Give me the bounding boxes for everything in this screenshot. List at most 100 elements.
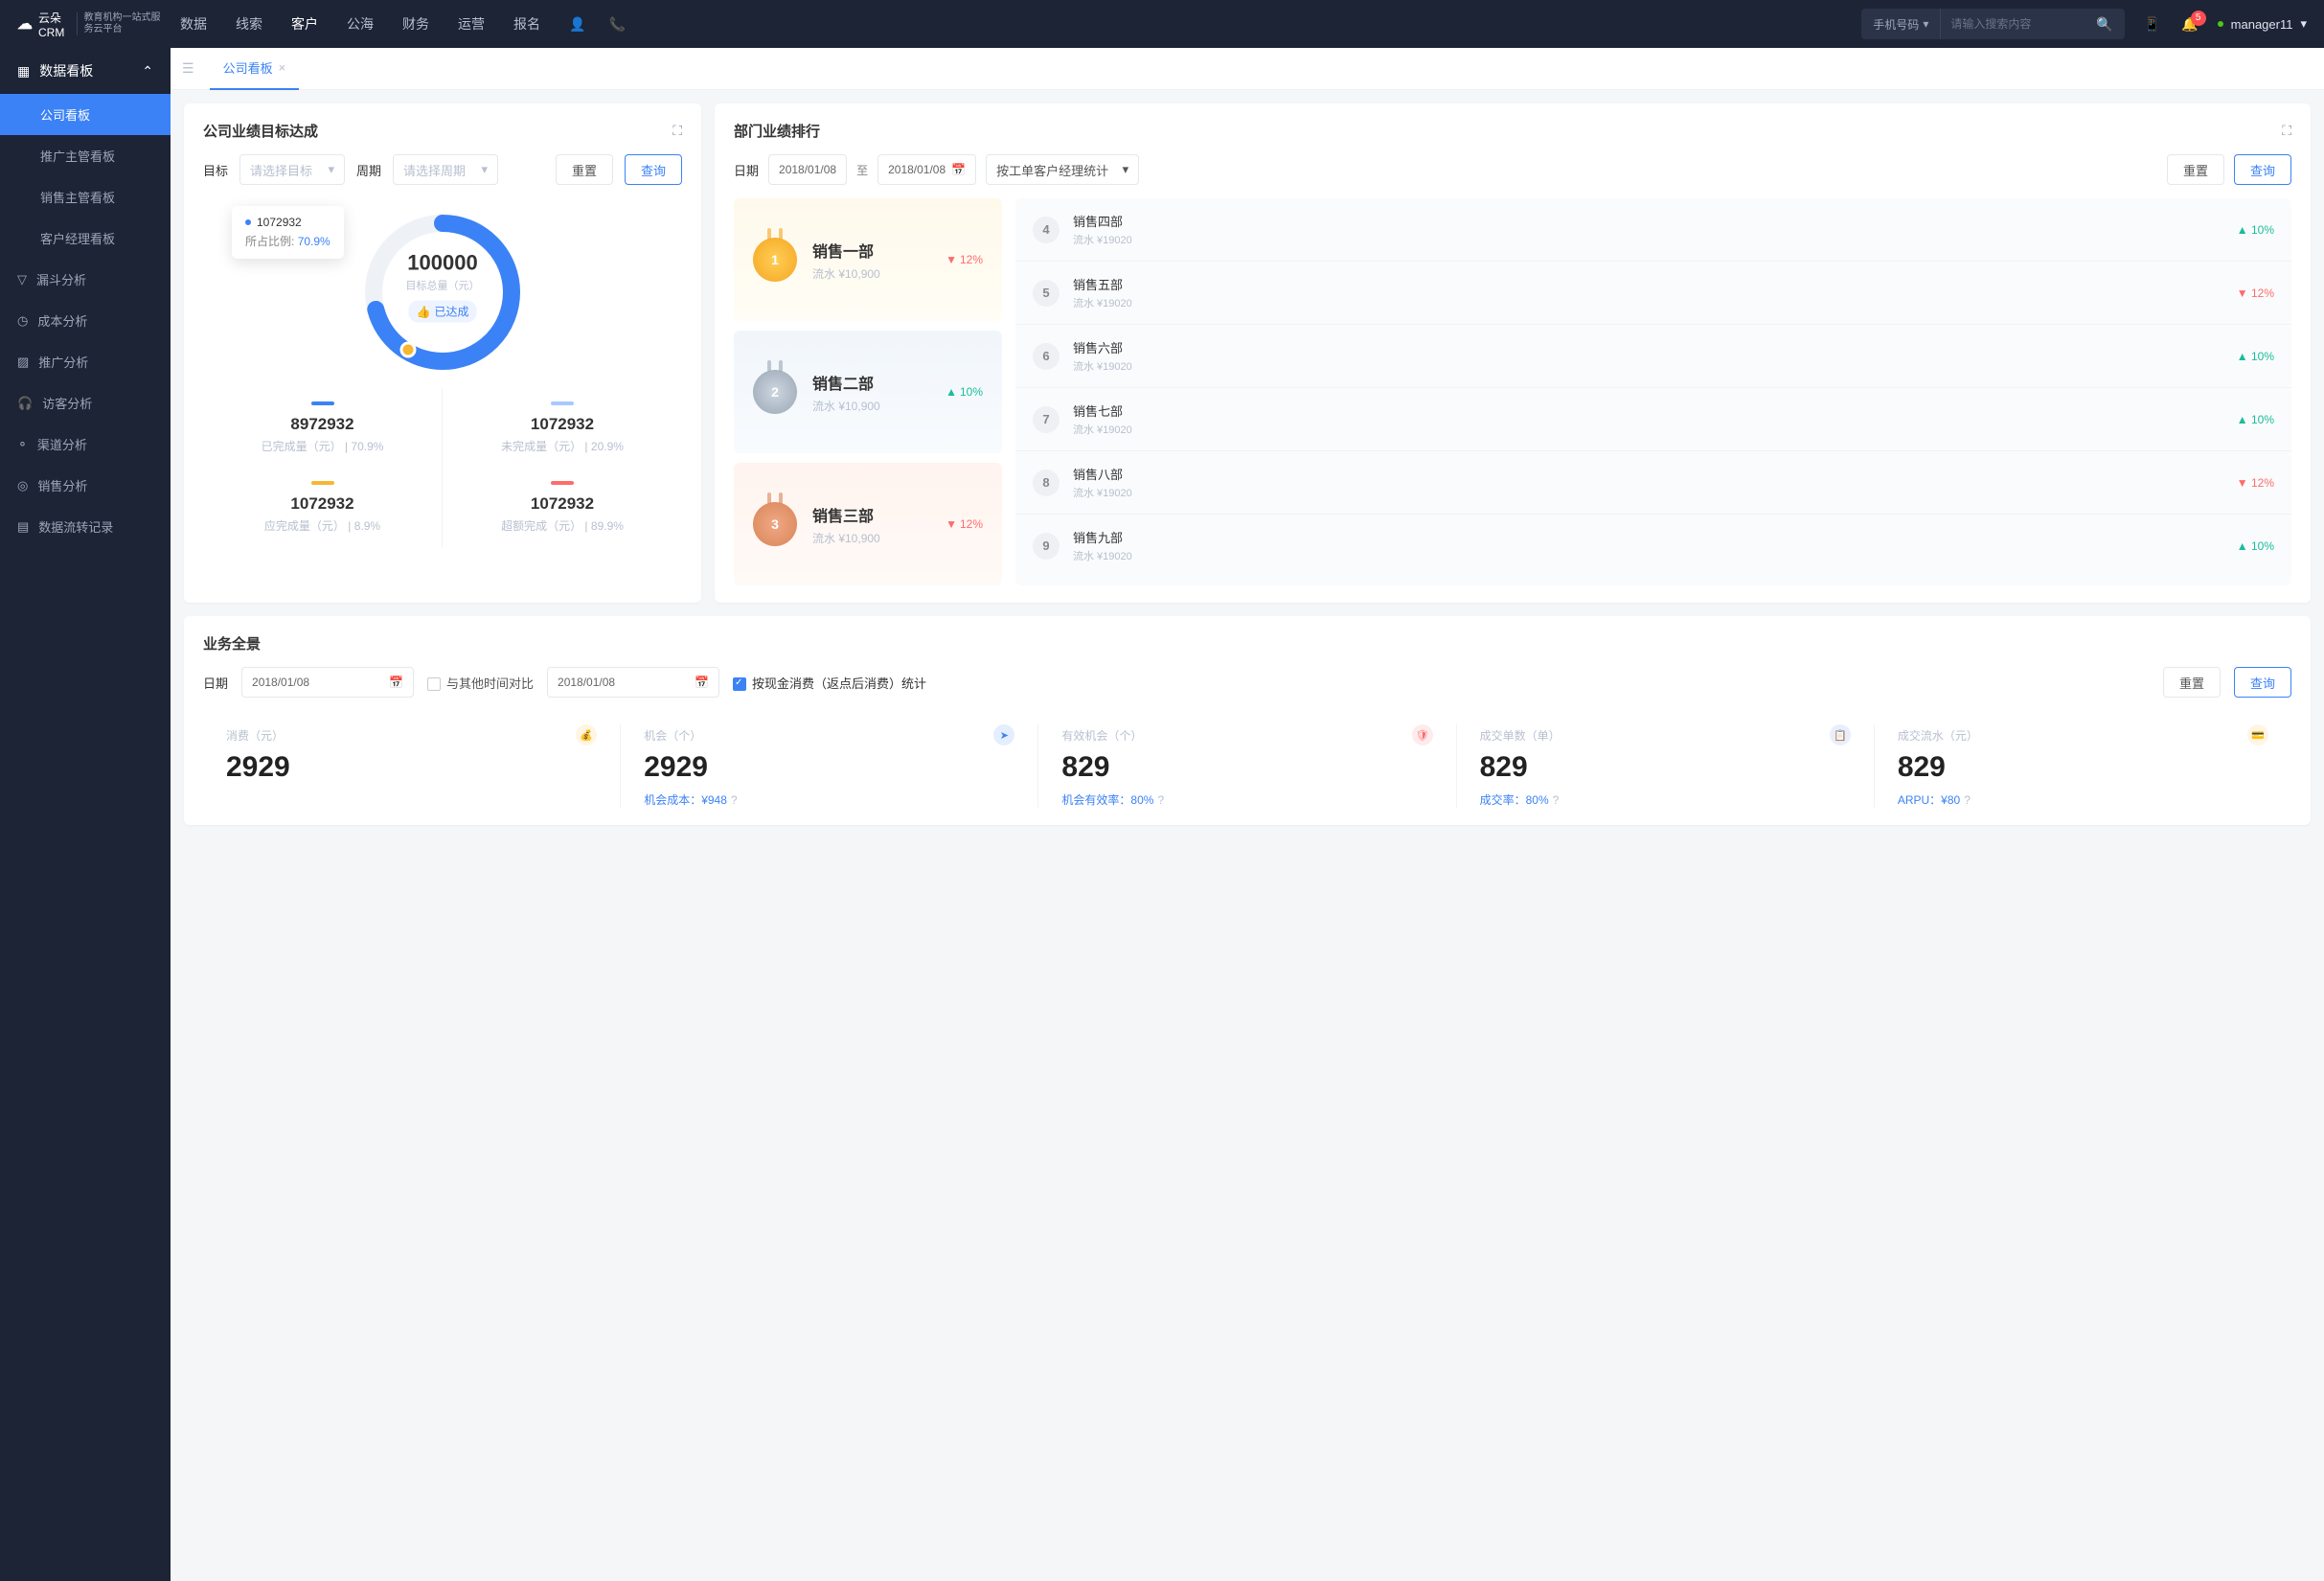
- period-select[interactable]: 请选择周期▾: [393, 154, 498, 185]
- sidebar-item-sales-mgr[interactable]: 销售主管看板: [0, 176, 171, 218]
- kpi-item: 成交单数（单）📋 829 成交率：80% ?: [1457, 724, 1875, 808]
- help-icon[interactable]: ?: [1553, 793, 1560, 807]
- close-icon[interactable]: ×: [279, 60, 286, 75]
- chevron-down-icon: ▾: [1923, 17, 1928, 31]
- nav-ops[interactable]: 运营: [458, 14, 485, 34]
- status-dot: [2218, 21, 2223, 27]
- query-button[interactable]: 查询: [2234, 154, 2291, 185]
- sidebar-item-channel[interactable]: ⚬渠道分析: [0, 424, 171, 465]
- menu-toggle-icon[interactable]: ☰: [182, 60, 194, 77]
- mobile-icon[interactable]: 📱: [2144, 16, 2160, 33]
- nav-customers[interactable]: 客户: [291, 14, 318, 34]
- date-from-input[interactable]: 2018/01/08: [768, 154, 847, 185]
- dashboard-icon: ▦: [17, 63, 30, 80]
- query-button[interactable]: 查询: [625, 154, 682, 185]
- period-label: 周期: [356, 161, 381, 179]
- nav-leads[interactable]: 线索: [236, 14, 262, 34]
- date1-input[interactable]: 2018/01/08📅: [241, 667, 414, 698]
- kpi-item: 有效机会（个）🛡 829 机会有效率：80% ?: [1038, 724, 1456, 808]
- sidebar-item-cost[interactable]: ◷成本分析: [0, 300, 171, 341]
- search-icon[interactable]: 🔍: [2085, 16, 2124, 33]
- nav-signup[interactable]: 报名: [513, 14, 540, 34]
- date-separator: 至: [856, 162, 868, 178]
- goal-gauge: 1072932 所占比例: 70.9% 100000 目标总量（元） 👍已达成: [203, 206, 682, 378]
- tab-company-board[interactable]: 公司看板 ×: [210, 48, 300, 90]
- help-icon[interactable]: ?: [1964, 793, 1971, 807]
- stat-remaining: 1072932未完成量（元） | 20.9%: [443, 388, 682, 468]
- chevron-down-icon: ▾: [328, 162, 334, 177]
- biz-card-title: 业务全景: [203, 633, 261, 653]
- rank-item-3: 3 销售三部流水 ¥10,900 ▼ 12%: [734, 463, 1002, 585]
- rank-item-2: 2 销售二部流水 ¥10,900 ▲ 10%: [734, 331, 1002, 453]
- search-type-select[interactable]: 手机号码 ▾: [1861, 9, 1941, 39]
- main-content: ☰ 公司看板 × 公司业绩目标达成 ⛶ 目标 请选择目标▾ 周期 请选择周期▾ …: [171, 48, 2324, 1581]
- gauge-total: 100000: [406, 251, 480, 276]
- top-bar: ☁ 云朵CRM 教育机构一站式服务云平台 数据 线索 客户 公海 财务 运营 报…: [0, 0, 2324, 48]
- help-icon[interactable]: ?: [1157, 793, 1164, 807]
- search-input[interactable]: [1941, 17, 2085, 31]
- stat-expected: 1072932应完成量（元） | 8.9%: [203, 468, 443, 547]
- date2-input[interactable]: 2018/01/08📅: [547, 667, 719, 698]
- reset-button[interactable]: 重置: [2167, 154, 2224, 185]
- sidebar-item-sales[interactable]: ◎销售分析: [0, 465, 171, 506]
- user-menu[interactable]: manager11 ▾: [2218, 16, 2307, 32]
- sidebar-item-flow[interactable]: ▤数据流转记录: [0, 506, 171, 547]
- cash-checkbox[interactable]: 按现金消费（返点后消费）统计: [733, 674, 926, 692]
- chevron-down-icon: ▾: [482, 162, 489, 177]
- gauge-total-label: 目标总量（元）: [406, 278, 480, 293]
- target-label: 目标: [203, 161, 228, 179]
- sidebar: ▦数据看板 ⌃ 公司看板 推广主管看板 销售主管看板 客户经理看板 ▽漏斗分析 …: [0, 48, 171, 1581]
- share-icon: ⚬: [17, 437, 28, 452]
- sidebar-item-promo-mgr[interactable]: 推广主管看板: [0, 135, 171, 176]
- stat-completed: 8972932已完成量（元） | 70.9%: [203, 388, 443, 468]
- chevron-down-icon: ▾: [1123, 162, 1129, 177]
- chevron-down-icon: ▾: [2300, 16, 2307, 32]
- notification-badge: 5: [2191, 11, 2206, 26]
- gold-medal-icon: 1: [753, 238, 797, 282]
- phone-icon[interactable]: 📞: [608, 16, 625, 33]
- nav-data[interactable]: 数据: [180, 14, 207, 34]
- rank-row: 7 销售七部流水 ¥19020 ▲ 10%: [1015, 388, 2291, 451]
- rank-row: 5 销售五部流水 ¥19020 ▼ 12%: [1015, 262, 2291, 325]
- expand-icon[interactable]: ⛶: [2282, 123, 2291, 139]
- stat-by-select[interactable]: 按工单客户经理统计▾: [986, 154, 1139, 185]
- nav-finance[interactable]: 财务: [402, 14, 429, 34]
- expand-icon[interactable]: ⛶: [672, 123, 682, 139]
- reset-button[interactable]: 重置: [556, 154, 613, 185]
- sidebar-item-account-mgr[interactable]: 客户经理看板: [0, 218, 171, 259]
- rank-item-1: 1 销售一部流水 ¥10,900 ▼ 12%: [734, 198, 1002, 321]
- compare-checkbox[interactable]: 与其他时间对比: [427, 674, 534, 692]
- silver-medal-icon: 2: [753, 370, 797, 414]
- date-to-input[interactable]: 2018/01/08📅: [877, 154, 976, 185]
- trend-up: ▲ 10%: [2237, 350, 2274, 363]
- list-icon: ▤: [17, 519, 29, 535]
- sidebar-group-dashboards[interactable]: ▦数据看板 ⌃: [0, 48, 171, 94]
- sidebar-item-company[interactable]: 公司看板: [0, 94, 171, 135]
- reset-button[interactable]: 重置: [2163, 667, 2221, 698]
- help-icon[interactable]: ?: [731, 793, 738, 807]
- trend-up: ▲ 10%: [2237, 413, 2274, 426]
- card-icon: 💳: [2247, 724, 2268, 745]
- trend-down: ▼ 12%: [2237, 476, 2274, 490]
- target-icon: ◎: [17, 478, 28, 493]
- trend-up: ▲ 10%: [2237, 223, 2274, 237]
- rank-number: 9: [1033, 533, 1059, 560]
- top-nav: 数据 线索 客户 公海 财务 运营 报名: [180, 14, 540, 34]
- bell-icon[interactable]: 🔔5: [2181, 16, 2198, 33]
- target-select[interactable]: 请选择目标▾: [239, 154, 345, 185]
- sidebar-item-visitor[interactable]: 🎧访客分析: [0, 382, 171, 424]
- gauge-tooltip: 1072932 所占比例: 70.9%: [232, 206, 344, 259]
- logo-brand: 云朵CRM: [38, 10, 71, 39]
- sidebar-item-funnel[interactable]: ▽漏斗分析: [0, 259, 171, 300]
- trend-up: ▲ 10%: [2237, 539, 2274, 553]
- sidebar-item-promo[interactable]: ▨推广分析: [0, 341, 171, 382]
- query-button[interactable]: 查询: [2234, 667, 2291, 698]
- goal-card: 公司业绩目标达成 ⛶ 目标 请选择目标▾ 周期 请选择周期▾ 重置 查询 107…: [184, 103, 701, 603]
- funnel-icon: ▽: [17, 272, 27, 287]
- money-icon: 💰: [576, 724, 597, 745]
- nav-pool[interactable]: 公海: [347, 14, 374, 34]
- doc-icon: 📋: [1830, 724, 1851, 745]
- user-icon[interactable]: 👤: [569, 16, 585, 33]
- calendar-icon: 📅: [389, 676, 403, 689]
- rank-number: 7: [1033, 406, 1059, 433]
